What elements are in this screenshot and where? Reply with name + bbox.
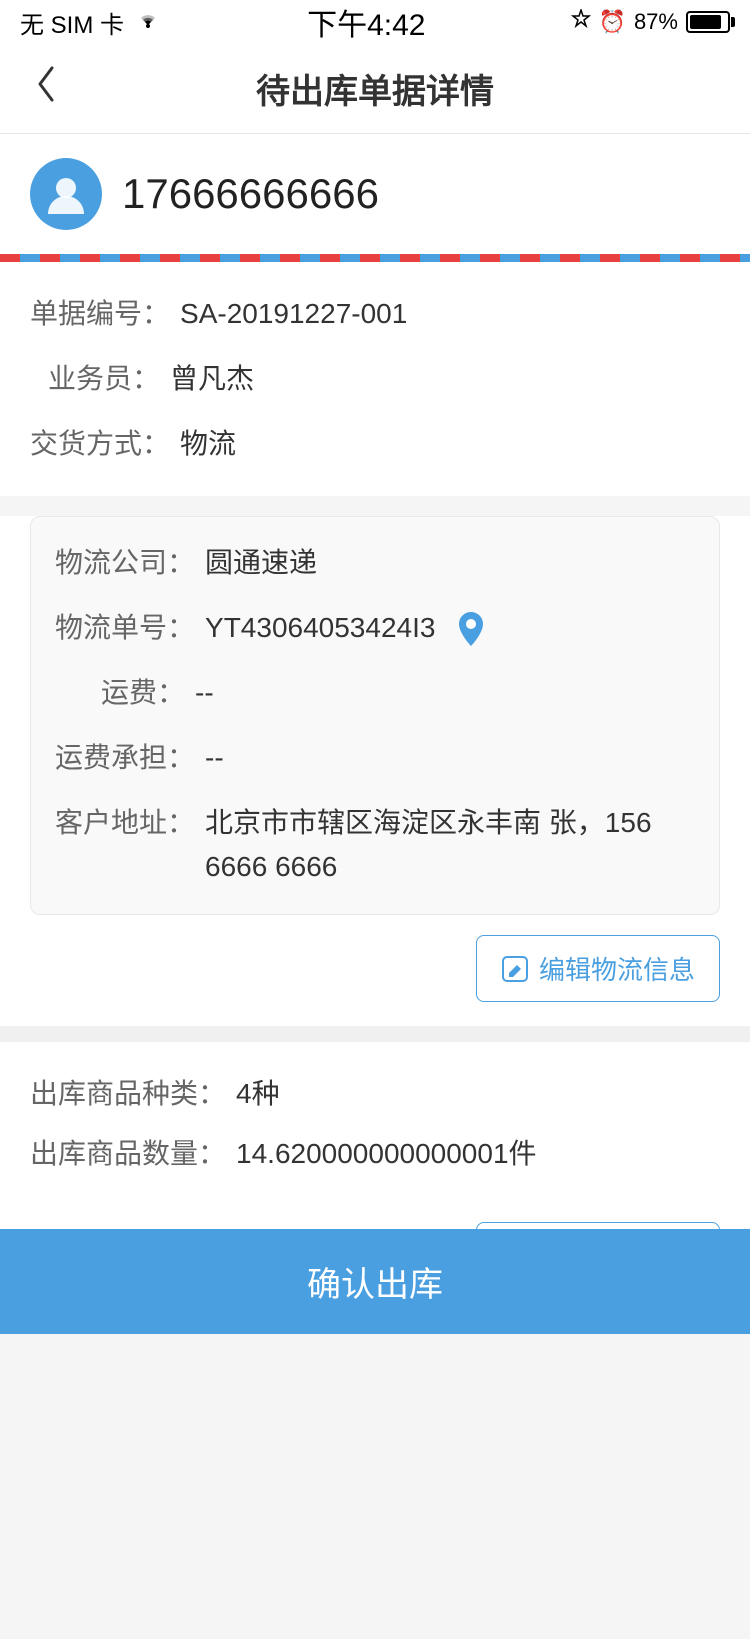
delivery-row: 交货方式： 物流 (30, 422, 720, 467)
logistics-company-value: 圆通速递 (205, 541, 695, 586)
freight-value: -- (195, 671, 695, 716)
customer-header: 17666666666 (0, 134, 750, 254)
address-value: 北京市市辖区海淀区永丰南 张，156 6666 6666 (205, 801, 695, 891)
freight-bearer-row: 运费承担： -- (55, 736, 695, 781)
bottom-spacer (0, 1319, 750, 1519)
carrier-text: 无 SIM 卡 (20, 5, 124, 40)
freight-label: 运费： (55, 671, 195, 716)
goods-type-row: 出库商品种类： 4种 (30, 1072, 720, 1112)
wifi-icon (134, 9, 162, 35)
avatar (30, 158, 102, 230)
confirm-btn-wrap: 确认出库 (0, 1229, 750, 1334)
goods-type-label: 出库商品种类： (30, 1072, 236, 1112)
salesman-label: 业务员： (30, 357, 170, 402)
freight-bearer-value: -- (205, 736, 695, 781)
document-number-label: 单据编号： (30, 292, 180, 337)
tracking-label: 物流单号： (55, 606, 205, 651)
goods-quantity-label: 出库商品数量： (30, 1132, 236, 1172)
nav-bar: 待出库单据详情 (0, 44, 750, 134)
address-row: 客户地址： 北京市市辖区海淀区永丰南 张，156 6666 6666 (55, 801, 695, 891)
summary-section: 出库商品种类： 4种 出库商品数量： 14.620000000000001件 (0, 1042, 750, 1202)
location-service-icon (571, 9, 591, 35)
goods-quantity-row: 出库商品数量： 14.620000000000001件 (30, 1132, 720, 1172)
salesman-row: 业务员： 曾凡杰 (30, 357, 720, 402)
address-label: 客户地址： (55, 801, 205, 846)
location-icon[interactable] (451, 609, 491, 649)
confirm-button[interactable]: 确认出库 (0, 1257, 750, 1306)
tracking-value-wrap: YT43064053424I3 (205, 606, 695, 651)
edit-logistics-button[interactable]: 编辑物流信息 (476, 935, 720, 1002)
dashed-separator (0, 254, 750, 262)
delivery-label: 交货方式： (30, 422, 180, 467)
document-number-row: 单据编号： SA-20191227-001 (30, 292, 720, 337)
status-right: ⏰ 87% (571, 9, 730, 35)
status-time: 下午4:42 (307, 0, 425, 44)
edit-logistics-label: 编辑物流信息 (539, 950, 695, 987)
logistics-card: 物流公司： 圆通速递 物流单号： YT43064053424I3 运费： (30, 516, 720, 915)
logistics-company-label: 物流公司： (55, 541, 205, 586)
goods-quantity-value: 14.620000000000001件 (236, 1132, 537, 1172)
page-title: 待出库单据详情 (256, 64, 494, 113)
status-bar: 无 SIM 卡 下午4:42 ⏰ 87% (0, 0, 750, 44)
document-info-section: 单据编号： SA-20191227-001 业务员： 曾凡杰 交货方式： 物流 (0, 262, 750, 496)
logistics-company-row: 物流公司： 圆通速递 (55, 541, 695, 586)
battery-icon (686, 11, 730, 33)
back-button[interactable] (24, 54, 68, 123)
battery-percent: 87% (634, 9, 678, 35)
goods-type-value: 4种 (236, 1072, 280, 1112)
section-divider (0, 1026, 750, 1042)
customer-phone: 17666666666 (122, 170, 379, 218)
freight-row: 运费： -- (55, 671, 695, 716)
delivery-value: 物流 (180, 422, 720, 467)
alarm-icon: ⏰ (599, 9, 626, 35)
tracking-row: 物流单号： YT43064053424I3 (55, 606, 695, 651)
document-number-value: SA-20191227-001 (180, 292, 720, 337)
freight-bearer-label: 运费承担： (55, 736, 205, 781)
edit-logistics-section: 编辑物流信息 (0, 935, 750, 1026)
status-carrier: 无 SIM 卡 (20, 5, 162, 40)
tracking-value: YT43064053424I3 (205, 606, 435, 651)
salesman-value: 曾凡杰 (170, 357, 720, 402)
